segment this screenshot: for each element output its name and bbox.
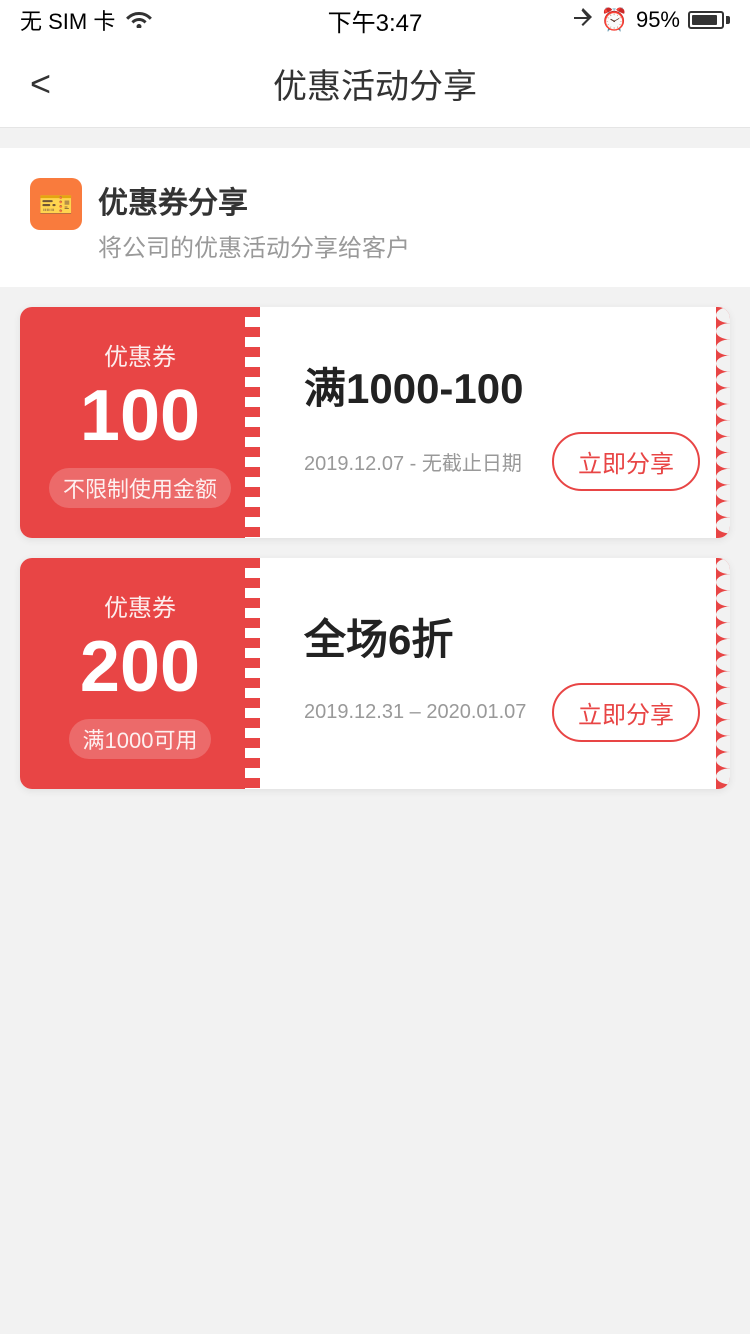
coupon-label-2: 优惠券 (104, 588, 176, 623)
coupon-condition-1: 不限制使用金额 (49, 468, 231, 508)
battery-icon (688, 11, 730, 29)
coupon-title-1: 满1000-100 (304, 355, 700, 416)
status-left: 无 SIM 卡 (20, 4, 153, 36)
location-icon (573, 7, 593, 33)
coupon-condition-2: 满1000可用 (69, 719, 212, 759)
coupon-card-2: 优惠券 200 满1000可用 (20, 558, 730, 789)
back-button[interactable]: < (30, 66, 51, 102)
coupon-amount-1: 100 (80, 380, 200, 452)
carrier-text: 无 SIM 卡 (20, 4, 115, 36)
coupon-left-2: 优惠券 200 满1000可用 (20, 558, 260, 789)
scallop-separator-1 (716, 307, 730, 538)
coupon-meta-2: 2019.12.31 – 2020.01.07 立即分享 (304, 683, 700, 742)
coupon-right-2: 全场6折 2019.12.31 – 2020.01.07 立即分享 (260, 558, 730, 789)
nav-bar: < 优惠活动分享 (0, 40, 750, 128)
wifi-icon (125, 6, 153, 34)
coupon-icon: 🎫 (39, 188, 74, 221)
coupon-date-1: 2019.12.07 - 无截止日期 (304, 447, 536, 476)
coupon-title-2: 全场6折 (304, 606, 700, 667)
coupon-card-1: 优惠券 100 不限制使用金额 (20, 307, 730, 538)
coupon-label-1: 优惠券 (104, 337, 176, 372)
section-subtitle: 将公司的优惠活动分享给客户 (98, 228, 410, 263)
section-header: 🎫 优惠券分享 将公司的优惠活动分享给客户 (0, 148, 750, 287)
section-text: 优惠券分享 将公司的优惠活动分享给客户 (98, 178, 410, 263)
empty-space (0, 809, 750, 1309)
status-bar: 无 SIM 卡 下午3:47 ⏰ 95% (0, 0, 750, 40)
status-right: ⏰ 95% (573, 7, 730, 33)
coupon-list: 优惠券 100 不限制使用金额 (0, 287, 750, 809)
page-title: 优惠活动分享 (273, 59, 477, 108)
share-button-1[interactable]: 立即分享 (552, 432, 700, 491)
coupon-meta-1: 2019.12.07 - 无截止日期 立即分享 (304, 432, 700, 491)
coupon-right-1: 满1000-100 2019.12.07 - 无截止日期 立即分享 (260, 307, 730, 538)
section-title: 优惠券分享 (98, 178, 410, 222)
section-icon: 🎫 (30, 178, 82, 230)
battery-percent: 95% (636, 7, 680, 33)
share-button-2[interactable]: 立即分享 (552, 683, 700, 742)
scallop-separator-2 (716, 558, 730, 789)
alarm-icon: ⏰ (601, 7, 628, 33)
coupon-date-2: 2019.12.31 – 2020.01.07 (304, 701, 536, 724)
coupon-left-1: 优惠券 100 不限制使用金额 (20, 307, 260, 538)
coupon-amount-2: 200 (80, 631, 200, 703)
status-time: 下午3:47 (328, 3, 423, 38)
